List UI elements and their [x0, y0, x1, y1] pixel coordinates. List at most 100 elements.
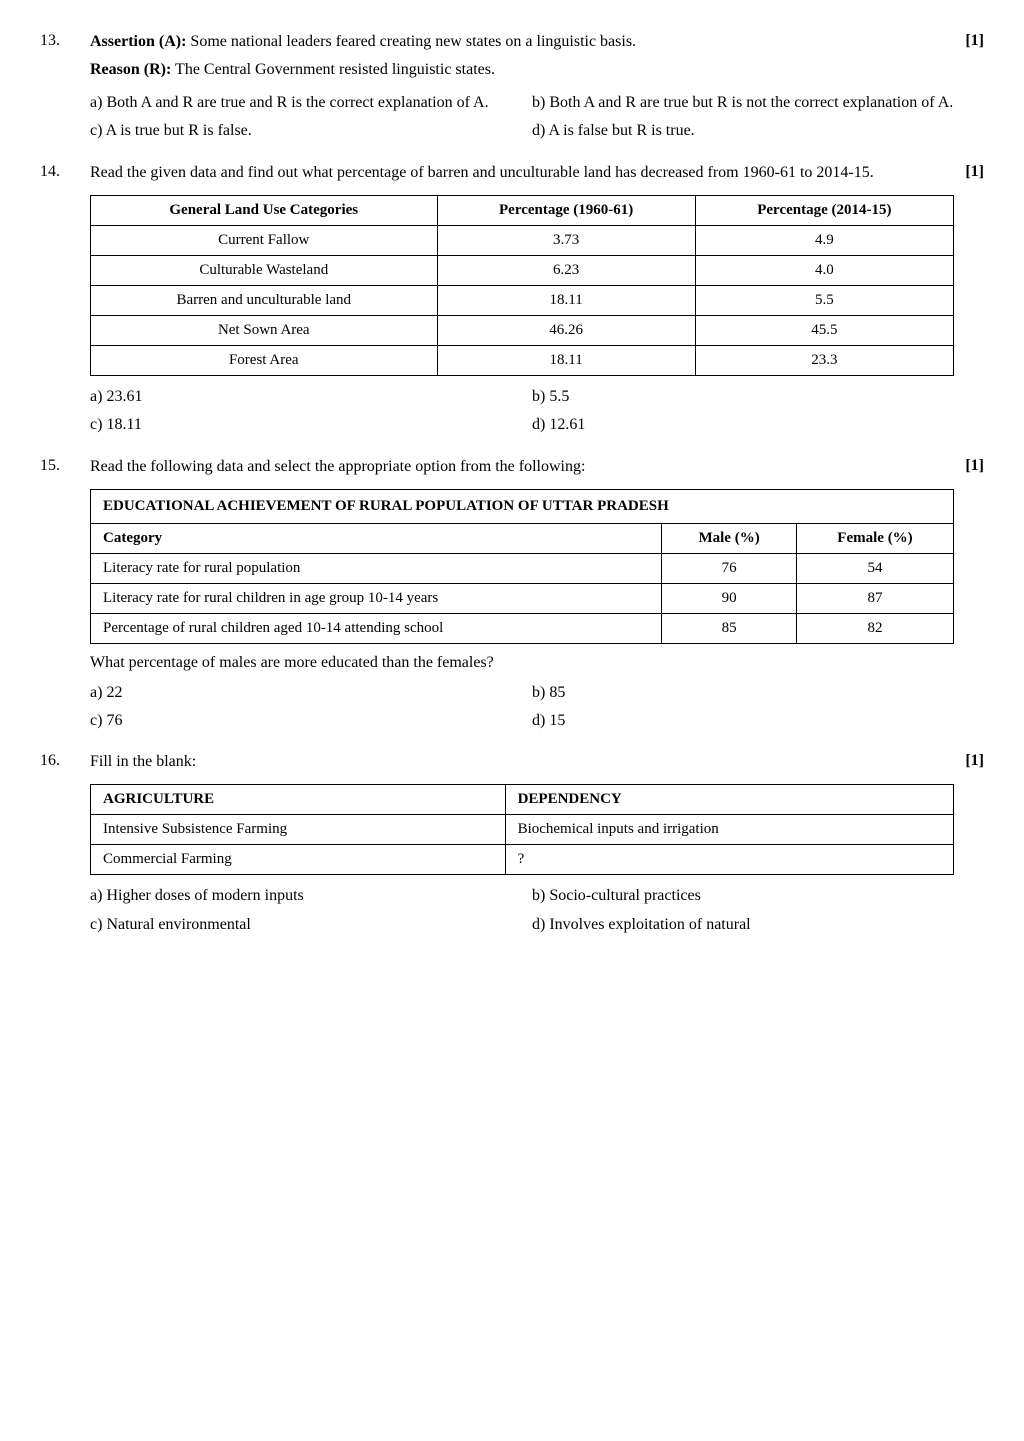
q14-col-header-3: Percentage (2014-15) [695, 195, 953, 225]
q16-opt-b-text: Socio-cultural practices [549, 887, 701, 904]
q16-col-header-2: DEPENDENCY [505, 785, 953, 815]
q14-opt-a-text: 23.61 [106, 388, 142, 405]
q15-marks: [1] [954, 455, 984, 475]
q15-row2-col3: 87 [797, 583, 954, 613]
question-13: 13. Assertion (A): Some national leaders… [40, 30, 984, 143]
q14-options: a) 23.61 b) 5.5 c) 18.11 d) 12.61 [90, 386, 954, 437]
q15-option-d: d) 15 [532, 710, 954, 732]
q15-row1-col2: 76 [662, 553, 797, 583]
q16-options: a) Higher doses of modern inputs b) Soci… [90, 885, 954, 936]
q15-row2-col1: Literacy rate for rural children in age … [91, 583, 662, 613]
q13-reason: Reason (R): The Central Government resis… [90, 58, 954, 82]
q16-row1-col1: Intensive Subsistence Farming [91, 815, 506, 845]
q14-row3-col1: Barren and unculturable land [91, 285, 438, 315]
q16-opt-d-text: Involves exploitation of natural [549, 916, 750, 933]
q14-col-header-2: Percentage (1960-61) [437, 195, 695, 225]
q15-row3-col2: 85 [662, 613, 797, 643]
table-row: Percentage of rural children aged 10-14 … [91, 613, 954, 643]
q16-marks: [1] [954, 750, 984, 770]
q15-number: 15. [40, 455, 90, 475]
q15-opt-c-label: c) [90, 712, 102, 729]
q14-row2-col3: 4.0 [695, 255, 953, 285]
q14-row3-col3: 5.5 [695, 285, 953, 315]
q15-row1-col3: 54 [797, 553, 954, 583]
q16-opt-c-label: c) [90, 916, 102, 933]
assertion-label: Assertion (A): [90, 33, 186, 50]
q14-opt-c-text: 18.11 [106, 416, 141, 433]
q16-option-b: b) Socio-cultural practices [532, 885, 954, 907]
q16-content: Fill in the blank: AGRICULTURE DEPENDENC… [90, 750, 954, 936]
q15-opt-b-label: b) [532, 684, 545, 701]
q16-col-header-1: AGRICULTURE [91, 785, 506, 815]
q16-opt-a-label: a) [90, 887, 102, 904]
q14-row4-col2: 46.26 [437, 315, 695, 345]
q16-option-d: d) Involves exploitation of natural [532, 914, 954, 936]
q14-row3-col2: 18.11 [437, 285, 695, 315]
q15-options: a) 22 b) 85 c) 76 d) 15 [90, 682, 954, 733]
question-15: 15. Read the following data and select t… [40, 455, 984, 733]
q16-option-c: c) Natural environmental [90, 914, 512, 936]
q14-row4-col1: Net Sown Area [91, 315, 438, 345]
q14-row4-col3: 45.5 [695, 315, 953, 345]
q13-assertion: Assertion (A): Some national leaders fea… [90, 30, 954, 54]
q14-opt-a-label: a) [90, 388, 102, 405]
q14-content: Read the given data and find out what pe… [90, 161, 954, 437]
assertion-text: Some national leaders feared creating ne… [186, 33, 636, 50]
q13-options: a) Both A and R are true and R is the co… [90, 92, 954, 143]
q14-row2-col2: 6.23 [437, 255, 695, 285]
q13-option-d: d) A is false but R is true. [532, 120, 954, 142]
q15-opt-d-label: d) [532, 712, 545, 729]
q13-opt-a-text: Both A and R are true and R is the corre… [106, 94, 488, 111]
q13-opt-b-label: b) [532, 94, 545, 111]
q16-option-a: a) Higher doses of modern inputs [90, 885, 512, 907]
q15-opt-d-text: 15 [549, 712, 565, 729]
q13-opt-a-label: a) [90, 94, 102, 111]
table-row: Literacy rate for rural population 76 54 [91, 553, 954, 583]
table-row: Culturable Wasteland 6.23 4.0 [91, 255, 954, 285]
q15-row2-col2: 90 [662, 583, 797, 613]
q15-table: EDUCATIONAL ACHIEVEMENT OF RURAL POPULAT… [90, 489, 954, 644]
q14-table-header-row: General Land Use Categories Percentage (… [91, 195, 954, 225]
q13-opt-d-label: d) [532, 122, 545, 139]
question-16: 16. Fill in the blank: AGRICULTURE DEPEN… [40, 750, 984, 936]
q14-text: Read the given data and find out what pe… [90, 161, 954, 185]
q16-header-row: AGRICULTURE DEPENDENCY [91, 785, 954, 815]
q14-opt-b-text: 5.5 [549, 388, 569, 405]
q13-opt-c-label: c) [90, 122, 102, 139]
q16-opt-b-label: b) [532, 887, 545, 904]
q13-option-a: a) Both A and R are true and R is the co… [90, 92, 512, 114]
q15-opt-a-text: 22 [106, 684, 122, 701]
reason-label: Reason (R): [90, 61, 171, 78]
q14-row5-col1: Forest Area [91, 345, 438, 375]
q14-row5-col3: 23.3 [695, 345, 953, 375]
q16-row2-col2: ? [505, 845, 953, 875]
table-row: Barren and unculturable land 18.11 5.5 [91, 285, 954, 315]
q16-opt-d-label: d) [532, 916, 545, 933]
q16-text: Fill in the blank: [90, 750, 954, 774]
q15-row3-col1: Percentage of rural children aged 10-14 … [91, 613, 662, 643]
q14-row1-col3: 4.9 [695, 225, 953, 255]
q13-opt-c-text: A is true but R is false. [106, 122, 252, 139]
q13-number: 13. [40, 30, 90, 50]
table-row: Forest Area 18.11 23.3 [91, 345, 954, 375]
q15-option-b: b) 85 [532, 682, 954, 704]
q15-opt-a-label: a) [90, 684, 102, 701]
q14-option-b: b) 5.5 [532, 386, 954, 408]
q13-opt-b-text: Both A and R are true but R is not the c… [549, 94, 953, 111]
q14-opt-c-label: c) [90, 416, 102, 433]
table-row: Current Fallow 3.73 4.9 [91, 225, 954, 255]
reason-text: The Central Government resisted linguist… [171, 61, 495, 78]
q16-opt-a-text: Higher doses of modern inputs [106, 887, 303, 904]
q15-table-title: EDUCATIONAL ACHIEVEMENT OF RURAL POPULAT… [91, 489, 954, 523]
q13-opt-d-text: A is false but R is true. [548, 122, 694, 139]
q15-option-c: c) 76 [90, 710, 512, 732]
table-row: Intensive Subsistence Farming Biochemica… [91, 815, 954, 845]
q15-col-header-1: Category [91, 523, 662, 553]
table-row: Literacy rate for rural children in age … [91, 583, 954, 613]
q15-sub-question: What percentage of males are more educat… [90, 654, 954, 672]
q16-row2-col1: Commercial Farming [91, 845, 506, 875]
q16-table: AGRICULTURE DEPENDENCY Intensive Subsist… [90, 784, 954, 875]
q13-option-c: c) A is true but R is false. [90, 120, 512, 142]
q14-opt-b-label: b) [532, 388, 545, 405]
q14-row5-col2: 18.11 [437, 345, 695, 375]
